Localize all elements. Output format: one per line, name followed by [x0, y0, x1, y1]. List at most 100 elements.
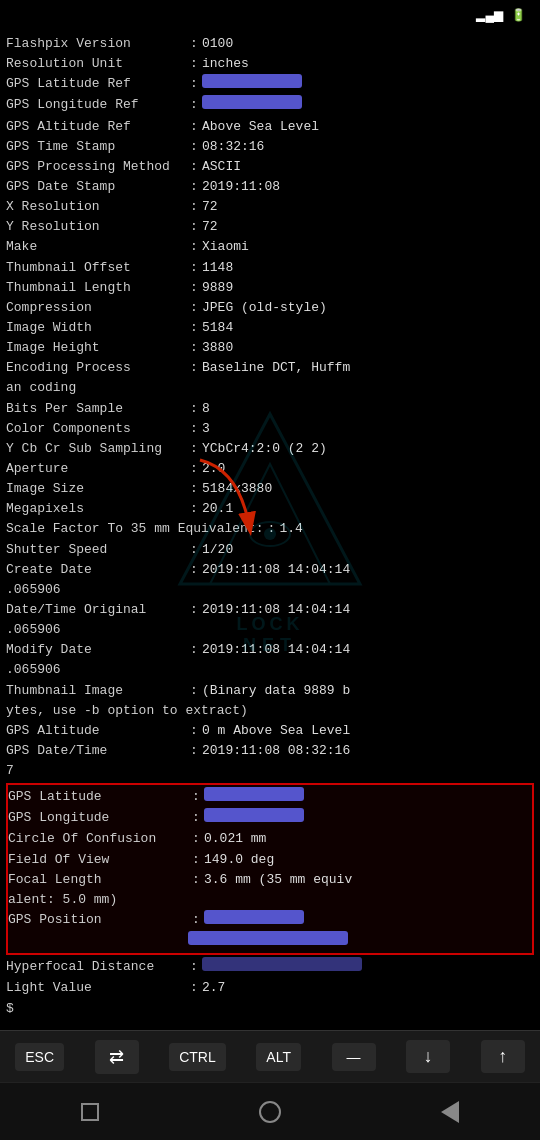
- row-value: 149.0 deg: [204, 850, 532, 870]
- table-row: GPS Longitude Ref:: [6, 95, 534, 116]
- table-row: Bits Per Sample:8: [6, 399, 534, 419]
- table-row: Resolution Unit:inches: [6, 54, 534, 74]
- row-label: GPS Position: [8, 910, 188, 931]
- blurred-value: [202, 957, 362, 971]
- row-value: 0 m Above Sea Level: [202, 721, 534, 741]
- table-row: GPS Date Stamp:2019:11:08: [6, 177, 534, 197]
- row-value: ASCII: [202, 157, 534, 177]
- table-row: Circle Of Confusion:0.021 mm: [8, 829, 532, 849]
- table-row: alent: 5.0 mm): [8, 890, 532, 910]
- table-row: Thumbnail Length:9889: [6, 278, 534, 298]
- row-value: 8: [202, 399, 534, 419]
- key-alt[interactable]: ALT: [256, 1043, 301, 1071]
- keyboard-bar: ESC ⇄ CTRL ALT — ↓ ↑: [0, 1030, 540, 1082]
- table-row: Make:Xiaomi: [6, 237, 534, 257]
- table-row: Modify Date:2019:11:08 14:04:14: [6, 640, 534, 660]
- row-value: 2.7: [202, 978, 534, 998]
- row-value: 2019:11:08 14:04:14: [202, 560, 534, 580]
- key-ctrl[interactable]: CTRL: [169, 1043, 226, 1071]
- key-esc[interactable]: ESC: [15, 1043, 64, 1071]
- row-colon: :: [186, 640, 202, 660]
- row-value: Above Sea Level: [202, 117, 534, 137]
- row-value: [204, 787, 532, 808]
- row-label: an coding: [6, 378, 186, 398]
- row-label: GPS Latitude Ref: [6, 74, 186, 95]
- row-colon: :: [186, 419, 202, 439]
- row-label: Y Cb Cr Sub Sampling: [6, 439, 186, 459]
- table-row: Focal Length:3.6 mm (35 mm equiv: [8, 870, 532, 890]
- row-colon: :: [186, 499, 202, 519]
- row-value: 2019:11:08 14:04:14: [202, 600, 534, 620]
- blurred-bar: [188, 931, 348, 945]
- red-box-section: GPS Latitude: GPS Longitude: Circle Of C…: [6, 783, 534, 955]
- redbox-rows: GPS Latitude: GPS Longitude: Circle Of C…: [8, 787, 532, 931]
- row-label: Image Height: [6, 338, 186, 358]
- row-colon: :: [186, 298, 202, 318]
- blurred-value: [202, 95, 302, 109]
- table-row: GPS Position:: [8, 910, 532, 931]
- nav-recents[interactable]: [68, 1090, 112, 1134]
- row-colon: :: [186, 177, 202, 197]
- row-label: Megapixels: [6, 499, 186, 519]
- key-down[interactable]: ↓: [406, 1040, 450, 1073]
- key-dash[interactable]: —: [332, 1043, 376, 1071]
- row-value: 3: [202, 419, 534, 439]
- nav-home[interactable]: [248, 1090, 292, 1134]
- table-row: ytes, use -b option to extract): [6, 701, 534, 721]
- row-label: Create Date: [6, 560, 186, 580]
- row-value: 20.1: [202, 499, 534, 519]
- table-row: Megapixels:20.1: [6, 499, 534, 519]
- status-icons: ▂▄▆ 🔋: [476, 8, 530, 22]
- row-colon: :: [188, 829, 204, 849]
- key-tab[interactable]: ⇄: [95, 1040, 139, 1074]
- row-colon: :: [186, 197, 202, 217]
- row-colon: :: [186, 957, 202, 978]
- table-row: GPS Altitude:0 m Above Sea Level: [6, 721, 534, 741]
- row-value: 2019:11:08 14:04:14: [202, 640, 534, 660]
- row-label: Encoding Process: [6, 358, 186, 378]
- table-row: Create Date:2019:11:08 14:04:14: [6, 560, 534, 580]
- row-label: Color Components: [6, 419, 186, 439]
- table-row: 7: [6, 761, 534, 781]
- row-colon: :: [186, 258, 202, 278]
- row-colon: :: [186, 358, 202, 378]
- row-value: [202, 660, 534, 680]
- row-value: [202, 74, 534, 95]
- row-value: 1.4: [279, 519, 534, 539]
- table-row: GPS Date/Time:2019:11:08 08:32:16: [6, 741, 534, 761]
- row-colon: :: [186, 459, 202, 479]
- row-label: Hyperfocal Distance: [6, 957, 186, 978]
- row-label: GPS Date Stamp: [6, 177, 186, 197]
- row-label: Compression: [6, 298, 186, 318]
- row-colon: [186, 999, 202, 1019]
- row-colon: :: [188, 787, 204, 808]
- row-value: JPEG (old-style): [202, 298, 534, 318]
- row-label: GPS Time Stamp: [6, 137, 186, 157]
- row-value: 9889: [202, 278, 534, 298]
- table-row: GPS Altitude Ref:Above Sea Level: [6, 117, 534, 137]
- row-value: [202, 761, 534, 781]
- table-row: GPS Time Stamp:08:32:16: [6, 137, 534, 157]
- row-label: .065906: [6, 660, 186, 680]
- table-row: Color Components:3: [6, 419, 534, 439]
- table-row: .065906: [6, 620, 534, 640]
- main-content[interactable]: LOCK NET Flashpix Version:0100Resolution…: [0, 30, 540, 1030]
- row-colon: :: [188, 850, 204, 870]
- row-label: ytes, use -b option to extract): [6, 701, 248, 721]
- nav-back[interactable]: [428, 1090, 472, 1134]
- bottom-rows: Hyperfocal Distance:Light Value:2.7$: [6, 957, 534, 1018]
- row-colon: :: [186, 54, 202, 74]
- row-label: Shutter Speed: [6, 540, 186, 560]
- row-value: 3.6 mm (35 mm equiv: [204, 870, 532, 890]
- key-up[interactable]: ↑: [481, 1040, 525, 1073]
- row-label: [8, 931, 188, 951]
- row-value: YCbCr4:2:0 (2 2): [202, 439, 534, 459]
- row-label: GPS Longitude: [8, 808, 188, 829]
- row-colon: :: [186, 600, 202, 620]
- blurred-value: [204, 808, 304, 822]
- row-value: Xiaomi: [202, 237, 534, 257]
- row-value: [202, 378, 534, 398]
- row-label: Resolution Unit: [6, 54, 186, 74]
- table-row: Y Cb Cr Sub Sampling:YCbCr4:2:0 (2 2): [6, 439, 534, 459]
- row-colon: :: [263, 519, 279, 539]
